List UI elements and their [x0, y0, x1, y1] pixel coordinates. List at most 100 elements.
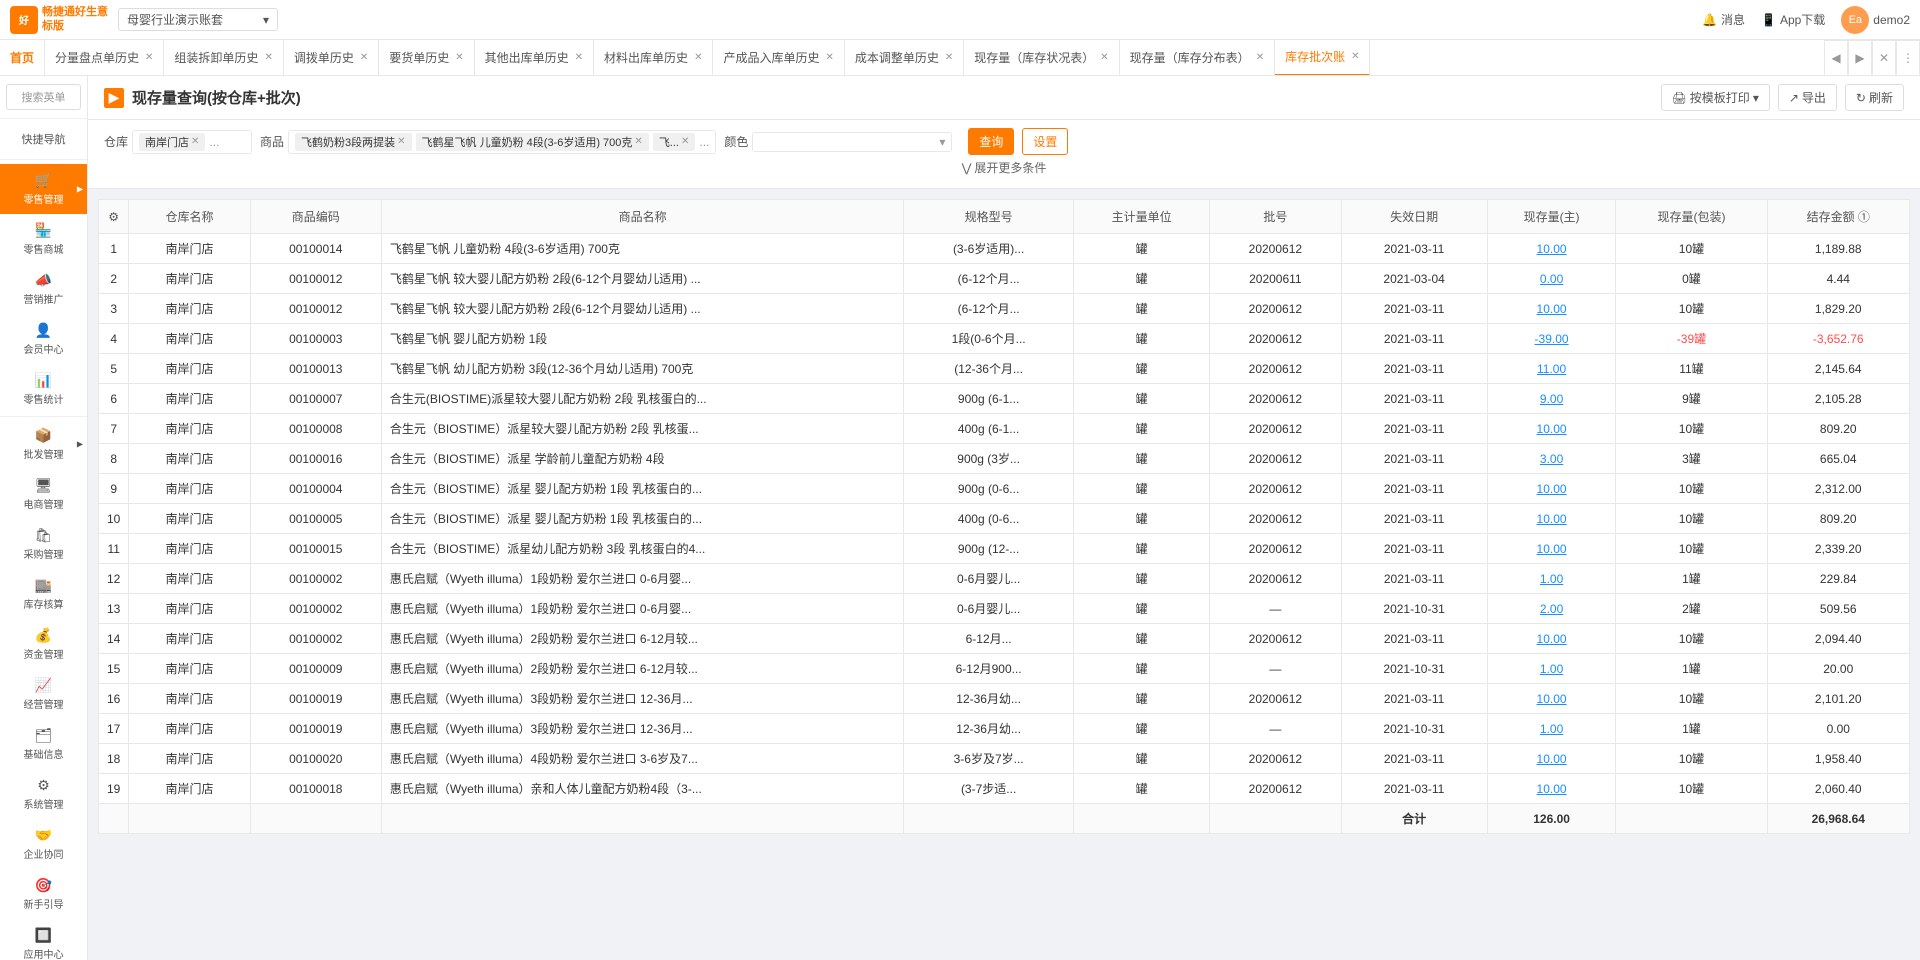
row-qty[interactable]: 2.00	[1487, 594, 1616, 624]
tab-zuhe[interactable]: 组装拆卸单历史 ✕	[164, 40, 283, 76]
row-qty[interactable]: 11.00	[1487, 354, 1616, 384]
row-qty[interactable]: 10.00	[1487, 474, 1616, 504]
nav-menu-icon[interactable]: ⋮	[1896, 40, 1920, 76]
tab-chengben[interactable]: 成本调整单历史 ✕	[845, 40, 964, 76]
tab-xiancun2[interactable]: 现存量（库存分布表） ✕	[1120, 40, 1275, 76]
print-button[interactable]: 🖨 按模板打印 ▾	[1661, 84, 1770, 111]
row-code: 00100004	[250, 474, 381, 504]
row-qty[interactable]: 3.00	[1487, 444, 1616, 474]
nav-close-icon[interactable]: ✕	[1872, 40, 1896, 76]
filter-bar: 仓库 南岸门店 ✕ ... 商品 飞鹤奶粉3段两提装 ✕	[88, 120, 1920, 189]
row-qty[interactable]: 9.00	[1487, 384, 1616, 414]
tab-chengpin[interactable]: 产成品入库单历史 ✕	[713, 40, 844, 76]
sidebar-item-collab[interactable]: 🤝 企业协同	[0, 819, 87, 869]
tab-xiancun1[interactable]: 现存量（库存状况表） ✕	[964, 40, 1119, 76]
row-qty[interactable]: -39.00	[1487, 324, 1616, 354]
close-icon[interactable]: ✕	[575, 52, 583, 63]
row-qty[interactable]: 10.00	[1487, 624, 1616, 654]
sidebar-item-member[interactable]: 👤 会员中心	[0, 314, 87, 364]
table-row: 3 南岸门店 00100012 飞鹤星飞帆 较大婴儿配方奶粉 2段(6-12个月…	[99, 294, 1910, 324]
expand-sidebar-button[interactable]: ▶	[104, 88, 124, 108]
row-expire: 2021-03-11	[1341, 294, 1487, 324]
row-qty[interactable]: 10.00	[1487, 534, 1616, 564]
row-code: 00100012	[250, 294, 381, 324]
message-button[interactable]: 🔔 消息	[1702, 11, 1745, 28]
sidebar-item-system[interactable]: ⚙ 系统管理	[0, 769, 87, 819]
table-row: 18 南岸门店 00100020 惠氏启赋（Wyeth illuma）4段奶粉 …	[99, 744, 1910, 774]
download-button[interactable]: 📱 App下载	[1761, 11, 1825, 28]
row-spec: 6-12月900...	[904, 654, 1074, 684]
remove-product-tag-1[interactable]: ✕	[397, 136, 405, 147]
close-icon[interactable]: ✕	[360, 52, 368, 63]
row-spec: 0-6月婴儿...	[904, 594, 1074, 624]
sidebar-item-retail-mall[interactable]: 🏪 零售商城	[0, 214, 87, 264]
close-icon[interactable]: ✕	[825, 52, 833, 63]
row-batch: 20200612	[1210, 564, 1341, 594]
tab-kucun-pici[interactable]: 库存批次账 ✕	[1275, 40, 1370, 76]
sidebar-item-base[interactable]: 🗂 基础信息	[0, 719, 87, 769]
tab-fen-liang[interactable]: 分量盘点单历史 ✕	[45, 40, 164, 76]
search-button[interactable]: 搜索英单	[6, 84, 81, 110]
tab-diaob[interactable]: 调拨单历史 ✕	[284, 40, 379, 76]
row-qty[interactable]: 1.00	[1487, 564, 1616, 594]
close-icon[interactable]: ✕	[145, 52, 153, 63]
sidebar-item-wholesale[interactable]: 📦 批发管理 ▶	[0, 419, 87, 469]
product-tag-3: 飞... ✕	[653, 133, 696, 151]
sidebar-item-marketing[interactable]: 📣 营销推广	[0, 264, 87, 314]
row-num: 9	[99, 474, 129, 504]
tab-yaohuo[interactable]: 要货单历史 ✕	[379, 40, 474, 76]
close-icon[interactable]: ✕	[1351, 51, 1359, 62]
sidebar-item-biz[interactable]: 📈 经营管理	[0, 669, 87, 719]
row-qty[interactable]: 0.00	[1487, 264, 1616, 294]
sidebar-item-apps[interactable]: 🔲 应用中心	[0, 919, 87, 960]
export-button[interactable]: ↗ 导出	[1778, 84, 1837, 111]
sidebar-item-finance[interactable]: 💰 资金管理	[0, 619, 87, 669]
sidebar-item-inventory[interactable]: 🏬 库存核算	[0, 569, 87, 619]
row-qty[interactable]: 1.00	[1487, 714, 1616, 744]
table-row: 16 南岸门店 00100019 惠氏启赋（Wyeth illuma）3段奶粉 …	[99, 684, 1910, 714]
sidebar-item-ecom[interactable]: 🖥 电商管理	[0, 469, 87, 519]
product-more[interactable]: ...	[699, 135, 709, 149]
sidebar-item-retail-mgmt[interactable]: 🛒 零售管理 ▶	[0, 164, 87, 214]
nav-prev-arrow[interactable]: ◀	[1824, 40, 1848, 76]
tab-cailiao[interactable]: 材料出库单历史 ✕	[594, 40, 713, 76]
close-icon[interactable]: ✕	[694, 52, 702, 63]
tab-home[interactable]: 首页	[0, 40, 45, 76]
remove-warehouse-tag[interactable]: ✕	[191, 136, 199, 147]
row-qty[interactable]: 10.00	[1487, 774, 1616, 804]
close-icon[interactable]: ✕	[945, 52, 953, 63]
row-qty[interactable]: 10.00	[1487, 504, 1616, 534]
user-menu[interactable]: Ea demo2	[1841, 6, 1910, 34]
row-qty[interactable]: 10.00	[1487, 294, 1616, 324]
product-filter-tags[interactable]: 飞鹤奶粉3段两提装 ✕ 飞鹤星飞帆 儿童奶粉 4段(3-6岁适用) 700克 ✕…	[288, 130, 716, 154]
settings-button[interactable]: 设置	[1022, 128, 1068, 155]
color-filter-input[interactable]: ▾	[752, 132, 952, 152]
row-qty[interactable]: 10.00	[1487, 414, 1616, 444]
row-qty[interactable]: 10.00	[1487, 684, 1616, 714]
close-icon[interactable]: ✕	[1256, 52, 1264, 63]
row-qty[interactable]: 10.00	[1487, 234, 1616, 264]
close-icon[interactable]: ✕	[1100, 52, 1108, 63]
avatar: Ea	[1841, 6, 1869, 34]
row-pkg: 10罐	[1616, 414, 1767, 444]
close-icon[interactable]: ✕	[264, 52, 272, 63]
query-button[interactable]: 查询	[968, 128, 1014, 155]
sidebar-item-guide[interactable]: 🎯 新手引导	[0, 869, 87, 919]
tab-qita[interactable]: 其他出库单历史 ✕	[475, 40, 594, 76]
nav-next-arrow[interactable]: ▶	[1848, 40, 1872, 76]
sidebar-item-purchase[interactable]: 🛍 采购管理	[0, 519, 87, 569]
row-qty[interactable]: 1.00	[1487, 654, 1616, 684]
expand-filters-button[interactable]: ⋁ 展开更多条件	[104, 155, 1904, 180]
col-settings[interactable]: ⚙	[99, 200, 129, 234]
remove-product-tag-3[interactable]: ✕	[681, 136, 689, 147]
sidebar-item-retail-stat[interactable]: 📊 零售统计	[0, 364, 87, 414]
refresh-button[interactable]: ↻ 刷新	[1845, 84, 1904, 111]
org-selector[interactable]: 母婴行业演示账套 ▾	[118, 8, 278, 31]
warehouse-more[interactable]: ...	[209, 135, 219, 149]
warehouse-filter-tags[interactable]: 南岸门店 ✕ ...	[132, 130, 252, 154]
row-pkg: 2罐	[1616, 594, 1767, 624]
sidebar-nav-item-quick[interactable]: 快捷导航	[0, 125, 87, 153]
row-qty[interactable]: 10.00	[1487, 744, 1616, 774]
close-icon[interactable]: ✕	[455, 52, 463, 63]
remove-product-tag-2[interactable]: ✕	[634, 136, 642, 147]
